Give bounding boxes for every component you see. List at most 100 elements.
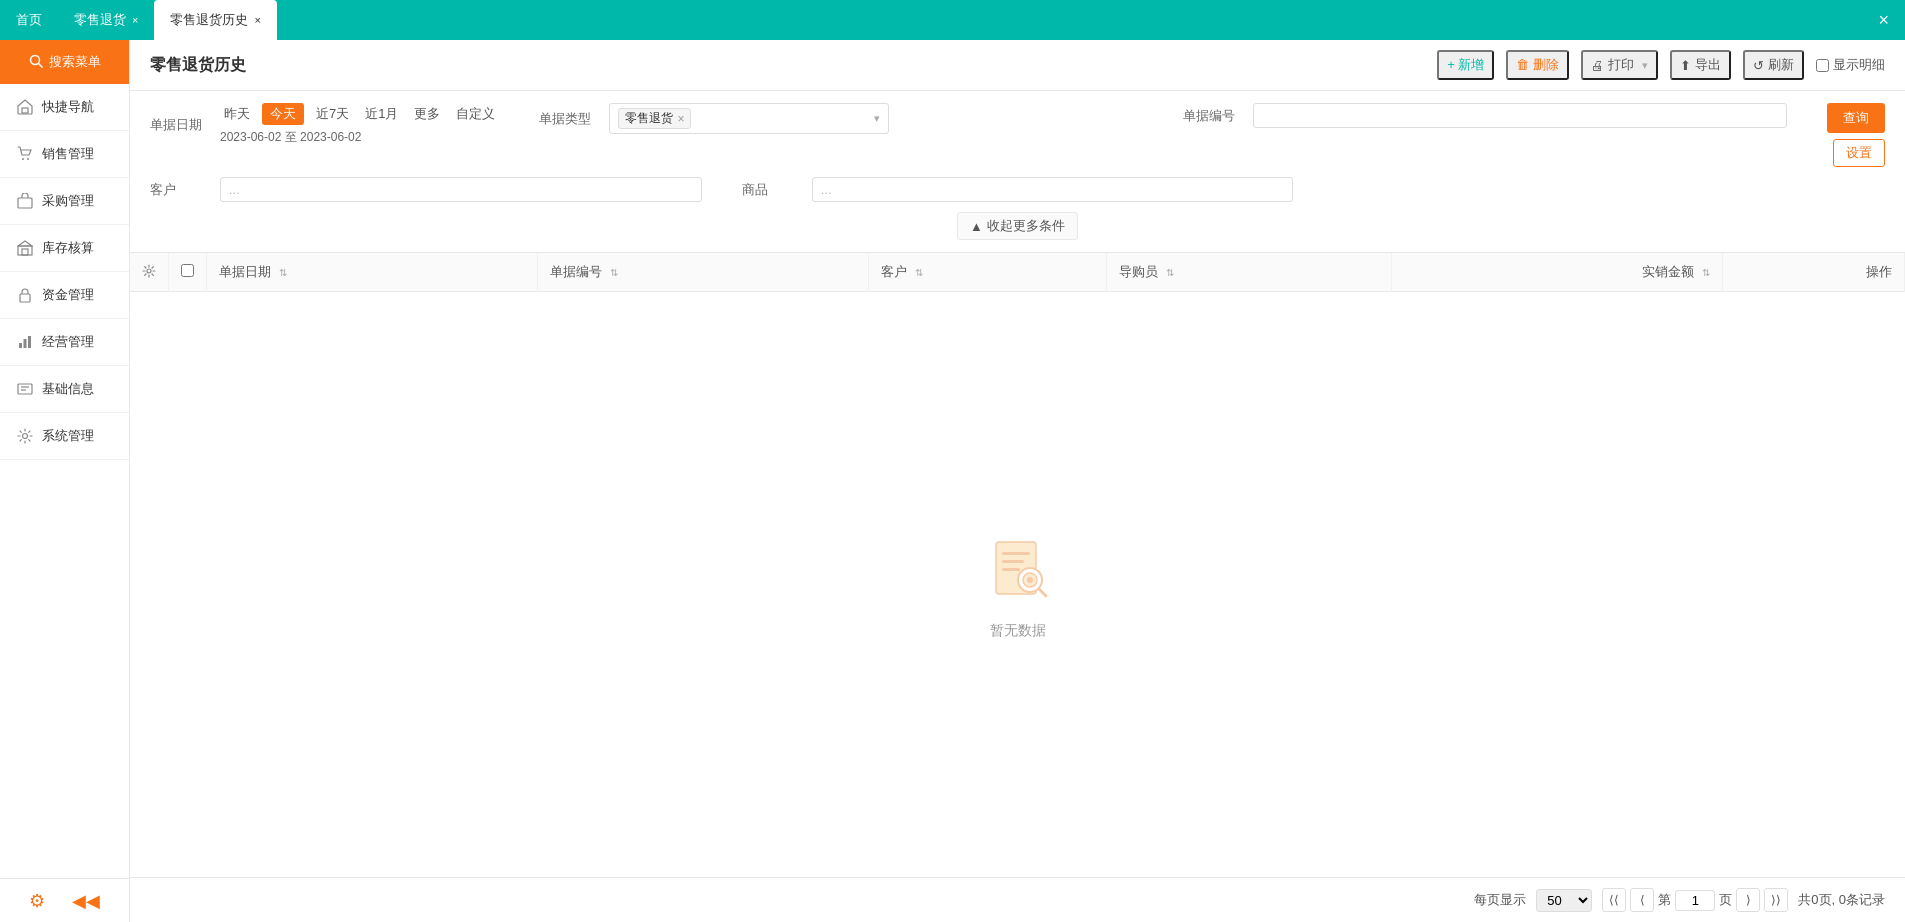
delete-button[interactable]: 🗑 删除 xyxy=(1506,50,1569,80)
sidebar-item-sales[interactable]: 销售管理 xyxy=(0,131,129,178)
svg-rect-8 xyxy=(20,294,30,302)
type-tag-remove[interactable]: × xyxy=(677,112,684,126)
table-settings-col[interactable] xyxy=(130,253,169,292)
col-guide[interactable]: 导购员 ⇅ xyxy=(1107,253,1392,292)
next-page-button[interactable]: ⟩ xyxy=(1736,888,1760,912)
col-customer[interactable]: 客户 ⇅ xyxy=(869,253,1107,292)
svg-rect-6 xyxy=(18,246,32,255)
type-label: 单据类型 xyxy=(539,110,599,128)
date-label: 单据日期 xyxy=(150,116,210,134)
window-close-button[interactable]: × xyxy=(1878,10,1889,31)
sidebar-item-label: 销售管理 xyxy=(42,145,94,163)
info-icon xyxy=(16,380,34,398)
type-chevron: ▾ xyxy=(874,112,880,125)
col-amount[interactable]: 实销金额 ⇅ xyxy=(1391,253,1722,292)
settings-footer-icon[interactable]: ⚙ xyxy=(29,890,45,912)
export-button[interactable]: ⬆ 导出 xyxy=(1670,50,1731,80)
data-table: 单据日期 ⇅ 单据编号 ⇅ 客户 ⇅ 导购员 ⇅ xyxy=(130,253,1905,292)
tab-return[interactable]: 零售退货 × xyxy=(58,0,154,40)
gear-icon xyxy=(16,427,34,445)
select-all-checkbox[interactable] xyxy=(181,264,194,277)
tabs: 首页 零售退货 × 零售退货历史 × xyxy=(0,0,1878,40)
page-unit: 页 xyxy=(1719,891,1732,909)
page-header: 零售退货历史 + 新增 🗑 删除 🖨 🖨 打印 打印 ▾ ⬆ 导出 ↺ 刷新 xyxy=(130,40,1905,91)
svg-point-4 xyxy=(27,158,29,160)
new-button[interactable]: + 新增 xyxy=(1437,50,1494,80)
empty-state: 暂无数据 xyxy=(130,292,1905,877)
sidebar-item-basic[interactable]: 基础信息 xyxy=(0,366,129,413)
date-opt-yesterday[interactable]: 昨天 xyxy=(220,103,254,125)
table-wrapper: 单据日期 ⇅ 单据编号 ⇅ 客户 ⇅ 导购员 ⇅ xyxy=(130,253,1905,877)
lock-icon xyxy=(16,286,34,304)
svg-point-15 xyxy=(23,434,28,439)
customer-select[interactable]: ... xyxy=(220,177,702,202)
filter-area: 单据日期 昨天 今天 近7天 近1月 更多 自定义 2023-06-02 至 2… xyxy=(130,91,1905,253)
tab-return-history[interactable]: 零售退货历史 × xyxy=(154,0,276,40)
number-sort[interactable]: ⇅ xyxy=(610,267,618,278)
customer-sort[interactable]: ⇅ xyxy=(915,267,923,278)
date-opt-1month[interactable]: 近1月 xyxy=(361,103,402,125)
sidebar-item-label: 基础信息 xyxy=(42,380,94,398)
first-page-button[interactable]: ⟨⟨ xyxy=(1602,888,1626,912)
svg-line-1 xyxy=(38,63,42,67)
sidebar-search[interactable]: 搜索菜单 xyxy=(0,40,129,84)
print-button[interactable]: 🖨 🖨 打印 打印 ▾ xyxy=(1581,50,1658,80)
settings-button[interactable]: 设置 xyxy=(1833,139,1885,167)
display-detail-toggle[interactable]: 显示明细 xyxy=(1816,56,1885,74)
top-bar: 首页 零售退货 × 零售退货历史 × × xyxy=(0,0,1905,40)
date-opt-more[interactable]: 更多 xyxy=(410,103,444,125)
svg-point-16 xyxy=(147,269,151,273)
collapse-button[interactable]: ▲ 收起更多条件 xyxy=(957,212,1078,240)
prev-page-button[interactable]: ⟨ xyxy=(1630,888,1654,912)
sidebar-item-quick-nav[interactable]: 快捷导航 xyxy=(0,84,129,131)
date-range: 2023-06-02 至 2023-06-02 xyxy=(220,129,499,146)
svg-rect-20 xyxy=(1002,568,1020,571)
svg-rect-11 xyxy=(28,336,31,348)
table-checkbox-col[interactable] xyxy=(169,253,207,292)
page-title: 零售退货历史 xyxy=(150,55,1437,76)
date-opt-custom[interactable]: 自定义 xyxy=(452,103,499,125)
sidebar-item-finance[interactable]: 资金管理 xyxy=(0,272,129,319)
sidebar-item-operations[interactable]: 经营管理 xyxy=(0,319,129,366)
svg-rect-19 xyxy=(1002,560,1024,563)
date-sort[interactable]: ⇅ xyxy=(279,267,287,278)
last-page-button[interactable]: ⟩⟩ xyxy=(1764,888,1788,912)
sidebar: 搜索菜单 快捷导航 xyxy=(0,40,130,922)
home-icon xyxy=(16,98,34,116)
svg-rect-7 xyxy=(22,249,28,255)
main-layout: 搜索菜单 快捷导航 xyxy=(0,40,1905,922)
display-detail-checkbox[interactable] xyxy=(1816,59,1829,72)
sidebar-item-label: 经营管理 xyxy=(42,333,94,351)
guide-sort[interactable]: ⇅ xyxy=(1166,267,1174,278)
display-detail-label: 显示明细 xyxy=(1833,56,1885,74)
sidebar-item-label: 采购管理 xyxy=(42,192,94,210)
toolbar: + 新增 🗑 删除 🖨 🖨 打印 打印 ▾ ⬆ 导出 ↺ 刷新 xyxy=(1437,50,1885,80)
number-input[interactable] xyxy=(1253,103,1787,128)
type-select[interactable]: 零售退货 × ▾ xyxy=(609,103,889,134)
per-page-select[interactable]: 50 10 20 100 xyxy=(1536,889,1592,912)
tab-return-close[interactable]: × xyxy=(132,14,138,26)
svg-rect-10 xyxy=(24,339,27,348)
col-number[interactable]: 单据编号 ⇅ xyxy=(538,253,869,292)
tab-return-history-close[interactable]: × xyxy=(254,14,260,26)
refresh-button[interactable]: ↺ 刷新 xyxy=(1743,50,1804,80)
customer-placeholder: ... xyxy=(229,182,240,197)
amount-sort[interactable]: ⇅ xyxy=(1702,267,1710,278)
query-button[interactable]: 查询 xyxy=(1827,103,1885,133)
date-options: 昨天 今天 近7天 近1月 更多 自定义 xyxy=(220,103,499,125)
svg-rect-2 xyxy=(22,108,28,113)
tab-home[interactable]: 首页 xyxy=(0,0,58,40)
sidebar-item-purchase[interactable]: 采购管理 xyxy=(0,178,129,225)
svg-rect-12 xyxy=(18,384,32,394)
date-opt-today[interactable]: 今天 xyxy=(262,103,304,125)
print-chevron: ▾ xyxy=(1642,59,1648,72)
sidebar-item-system[interactable]: 系统管理 xyxy=(0,413,129,460)
speaker-footer-icon[interactable]: ◀◀ xyxy=(72,890,100,912)
sidebar-item-inventory[interactable]: 库存核算 xyxy=(0,225,129,272)
svg-line-24 xyxy=(1039,589,1046,596)
date-opt-7days[interactable]: 近7天 xyxy=(312,103,353,125)
search-icon xyxy=(29,54,43,71)
page-input[interactable] xyxy=(1675,890,1715,911)
col-date[interactable]: 单据日期 ⇅ xyxy=(207,253,538,292)
goods-select[interactable]: ... xyxy=(812,177,1294,202)
